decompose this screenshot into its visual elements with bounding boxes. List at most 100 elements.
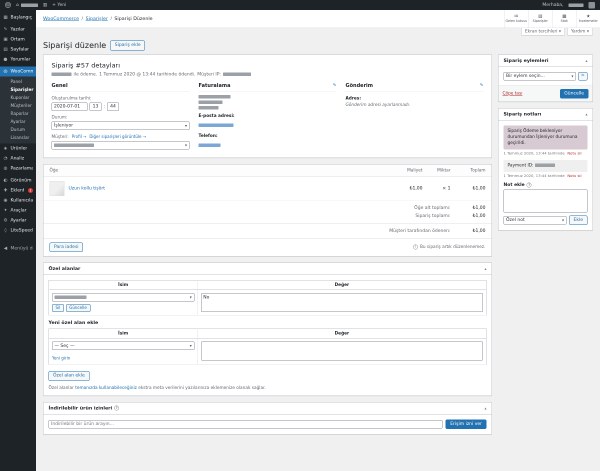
- enter-new-link[interactable]: Yeni girin: [52, 356, 70, 361]
- billing-email-redacted[interactable]: [198, 123, 234, 127]
- pages-icon: ▤: [3, 47, 8, 52]
- sidebar-item-woocommerce[interactable]: ◎WooCommerce: [0, 66, 36, 77]
- customer-ip-redacted: [222, 72, 251, 76]
- wordpress-menu-button[interactable]: W: [5, 2, 11, 8]
- page-title: Siparişi düzenle: [43, 40, 107, 51]
- activity-tab-inbox[interactable]: ✉ Gelen kutusu: [504, 10, 528, 28]
- update-order-button[interactable]: Güncelle: [559, 88, 589, 99]
- help-button[interactable]: Yardım ▾: [567, 28, 593, 36]
- order-data-panel: Sipariş #57 detayları ile ödeme. 1 Temmu…: [43, 54, 492, 158]
- sidebar-item-users[interactable]: ◉ Kullanıcılar: [0, 196, 36, 206]
- wc-submenu-status[interactable]: Durum: [0, 126, 36, 134]
- breadcrumb-orders[interactable]: Siparişler: [79, 16, 108, 22]
- cf-value-textarea[interactable]: No: [200, 293, 483, 312]
- site-name-link[interactable]: ⌂: [16, 3, 38, 8]
- custom-fields-help-link[interactable]: temanızda kullanabileceğiniz: [75, 385, 137, 390]
- customer-profile-link[interactable]: Profil →: [72, 135, 87, 140]
- download-search-input[interactable]: [48, 419, 443, 429]
- sidebar-item-analytics[interactable]: ◔ Analiz: [0, 154, 36, 164]
- product-name-link[interactable]: Uzun kollu tişört: [69, 186, 388, 191]
- collapse-panel-icon[interactable]: ▴: [585, 58, 587, 63]
- admin-bar: W ⌂ ▥ + Yeni Merhaba,: [0, 0, 600, 10]
- admin-sidebar: ▦ Başlangıç ✎ Yazılar ▣ Ortam ▤ Sayfalar ● Yo…: [0, 10, 36, 471]
- sidebar-item-products[interactable]: ◈ Ürünler: [0, 144, 36, 154]
- customer-select[interactable]: ▾: [51, 140, 190, 150]
- delete-note-link[interactable]: Notu sil: [567, 151, 581, 156]
- new-cf-value-textarea[interactable]: [200, 341, 483, 361]
- collapse-panel-icon[interactable]: ▴: [484, 267, 486, 272]
- posts-icon: ✎: [3, 27, 8, 32]
- order-note: Sipariş Ödeme bekleniyor durumundan İşle…: [503, 125, 588, 156]
- order-status-select[interactable]: İşleniyor ▾: [51, 121, 190, 130]
- wc-submenu-reports[interactable]: Raporlar: [0, 110, 36, 118]
- order-total-value: ₺1,00: [472, 213, 486, 219]
- apply-action-button[interactable]: >: [578, 71, 588, 81]
- move-to-trash-link[interactable]: Çöpe taşı: [503, 91, 523, 96]
- cf-name-select[interactable]: ▾: [52, 293, 195, 302]
- custom-field-row: ▾ Sil Güncelle No: [48, 289, 487, 316]
- sidebar-item-marketing[interactable]: ◍ Pazarlama: [0, 164, 36, 174]
- avatar[interactable]: [588, 1, 595, 9]
- sidebar-item-posts[interactable]: ✎ Yazılar: [0, 25, 36, 35]
- order-total-label: Sipariş toplamı:: [415, 213, 451, 219]
- order-actions-header: Sipariş eylemleri ▴: [498, 55, 593, 67]
- order-hour-input[interactable]: [89, 102, 102, 111]
- edit-shipping-icon[interactable]: ✎: [480, 83, 484, 88]
- sidebar-item-plugins[interactable]: ✚Eklentiler1: [0, 186, 36, 196]
- new-custom-field-row: — Seç — ▾ Yeni girin: [48, 338, 487, 365]
- delete-note-link[interactable]: Notu sil: [567, 173, 581, 178]
- cf-value-header: Değer: [197, 328, 487, 339]
- info-icon: ?: [526, 182, 532, 188]
- wc-submenu-coupons[interactable]: Kuponlar: [0, 94, 36, 102]
- order-date-input[interactable]: [51, 102, 88, 111]
- payment-method-redacted: [51, 72, 72, 76]
- activity-tab-stock[interactable]: ▦ Stok: [552, 10, 576, 28]
- col-item-label: Öğe: [49, 167, 59, 173]
- add-custom-field-button[interactable]: Özel alan ekle: [48, 371, 90, 381]
- sidebar-item-tools[interactable]: ✦ Araçlar: [0, 206, 36, 216]
- note-type-select[interactable]: Özel not ▾: [503, 215, 567, 225]
- sidebar-item-settings[interactable]: ⚙ Ayarlar: [0, 216, 36, 226]
- edit-billing-icon[interactable]: ✎: [333, 83, 337, 88]
- breadcrumb-woocommerce[interactable]: WooCommerce: [43, 16, 79, 22]
- users-icon: ◉: [3, 198, 8, 203]
- downloads-header: İndirilebilir ürün izinleri? ▴: [43, 402, 492, 415]
- chevron-down-icon: ▾: [571, 73, 574, 79]
- sidebar-item-appearance[interactable]: ◐ Görünüm: [0, 176, 36, 186]
- collapse-panel-icon[interactable]: ▴: [484, 406, 486, 411]
- new-cf-name-select[interactable]: — Seç — ▾: [52, 341, 195, 350]
- grant-access-button[interactable]: Erişim izni ver: [445, 419, 487, 429]
- collapse-menu-button[interactable]: ◀Menüyü daralt: [0, 244, 36, 254]
- order-minute-input[interactable]: [107, 102, 120, 111]
- add-note-button[interactable]: Ekle: [569, 215, 588, 226]
- activity-tab-reviews[interactable]: ★ İncelemeler: [576, 10, 600, 28]
- order-action-select[interactable]: Bir eylem seçin... ▾: [503, 71, 576, 81]
- customer-label: Müşteri:: [51, 134, 69, 140]
- wc-submenu-orders[interactable]: Siparişler: [0, 86, 36, 94]
- wc-submenu-settings[interactable]: Ayarlar: [0, 118, 36, 126]
- sidebar-item-dashboard[interactable]: ▦ Başlangıç: [0, 13, 36, 23]
- sidebar-item-litespeed-cache[interactable]: ◊LiteSpeed Cache: [0, 226, 36, 236]
- new-content-button[interactable]: + Yeni: [52, 3, 66, 8]
- cf-delete-button[interactable]: Sil: [52, 304, 64, 312]
- wc-submenu-licenses[interactable]: Lisanslar: [0, 134, 36, 142]
- comments-button[interactable]: ▥: [43, 3, 47, 8]
- sidebar-item-pages[interactable]: ▤ Sayfalar: [0, 45, 36, 55]
- add-custom-field-table: İsim Değer — Seç — ▾ Yeni girin: [48, 328, 487, 365]
- settings-icon: ⚙: [3, 218, 8, 223]
- wc-admin-header: WooCommerce Siparişler Siparişi Düzenle …: [36, 10, 600, 28]
- collapse-panel-icon[interactable]: ▴: [585, 112, 587, 117]
- chevron-down-icon: ▾: [562, 217, 565, 223]
- screen-options-button[interactable]: Ekran tercihleri ▾: [520, 28, 566, 36]
- activity-tab-orders[interactable]: ▤ Siparişler: [528, 10, 552, 28]
- billing-phone-redacted[interactable]: [198, 143, 221, 147]
- sidebar-item-comments[interactable]: ● Yorumlar: [0, 55, 36, 65]
- wc-submenu-panel[interactable]: Panel: [0, 78, 36, 86]
- wc-submenu-customers[interactable]: Müşteriler: [0, 102, 36, 110]
- refund-button[interactable]: Para iadesi: [49, 242, 84, 252]
- customer-other-orders-link[interactable]: Diğer siparişleri görüntüle →: [89, 135, 146, 140]
- add-order-button[interactable]: Sipariş ekle: [110, 40, 146, 51]
- sidebar-item-media[interactable]: ▣ Ortam: [0, 35, 36, 45]
- cf-update-button[interactable]: Güncelle: [65, 304, 91, 312]
- add-note-textarea[interactable]: [503, 189, 588, 213]
